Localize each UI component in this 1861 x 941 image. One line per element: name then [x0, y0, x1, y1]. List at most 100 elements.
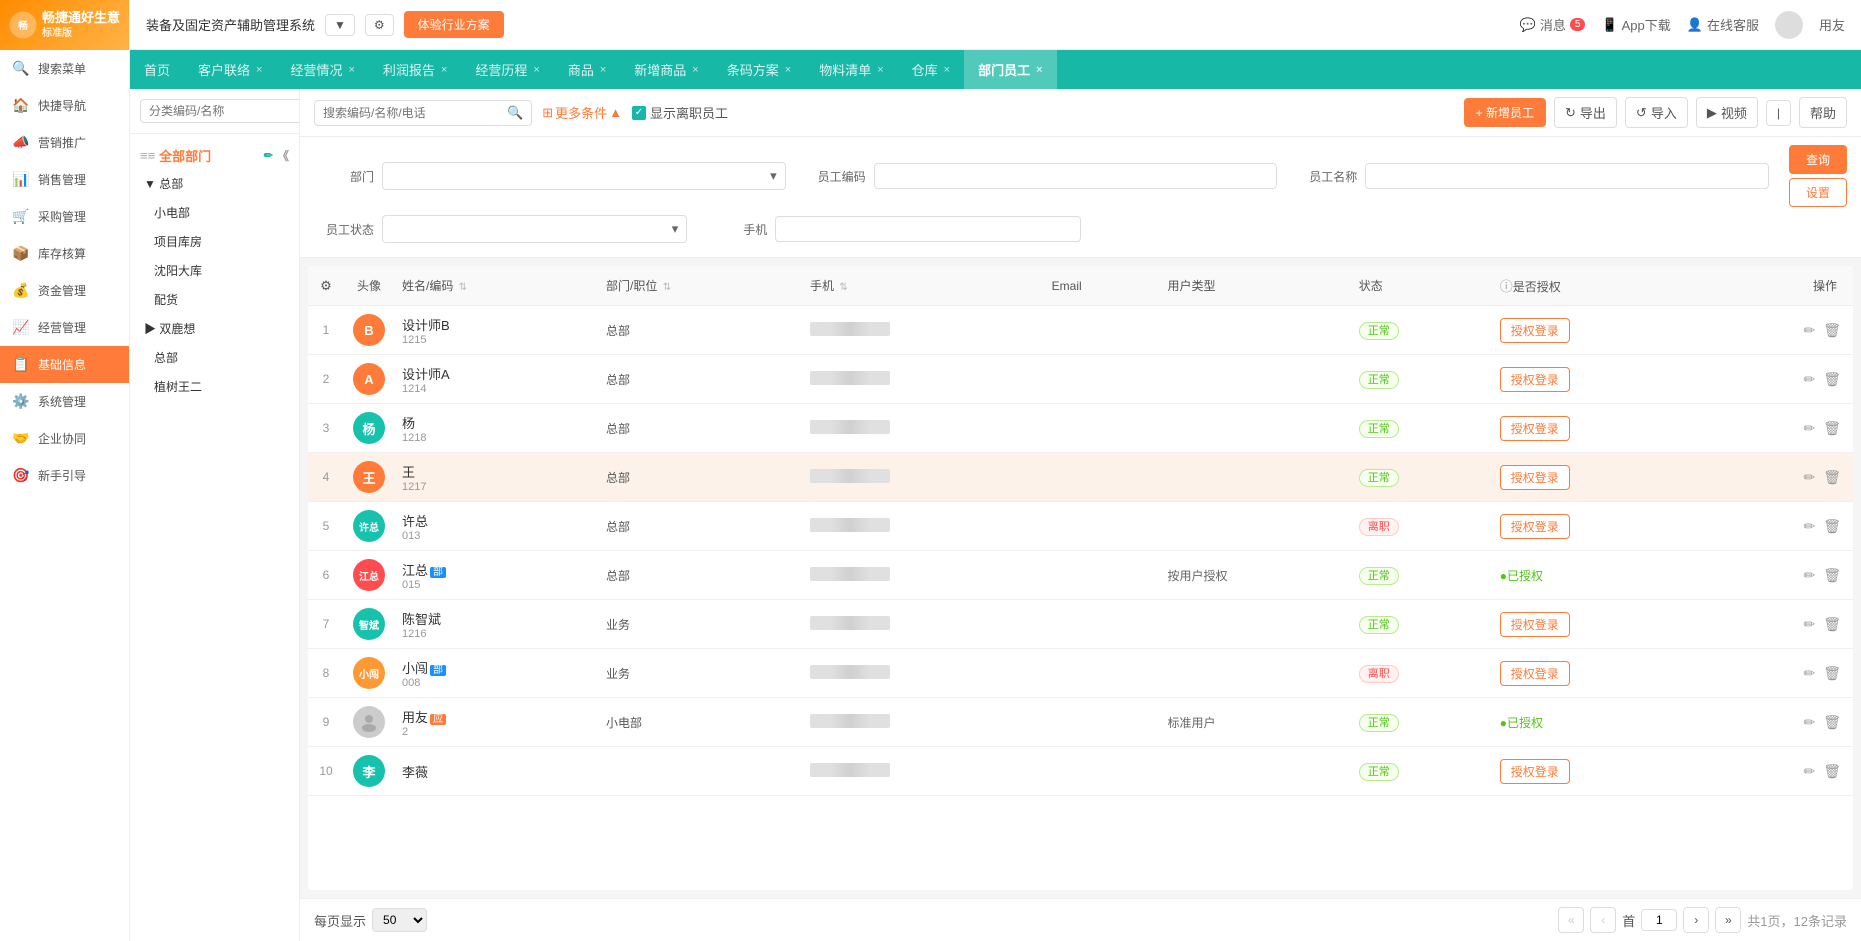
tab-close-add-goods[interactable]: ×	[692, 64, 698, 76]
tab-profit[interactable]: 利润报告×	[369, 50, 461, 89]
dept-item-shenyang[interactable]: 沈阳大库	[130, 256, 299, 285]
edit-icon[interactable]: ✏	[1803, 616, 1815, 633]
col-phone[interactable]: 手机 ⇅	[802, 266, 1044, 306]
tab-goods[interactable]: 商品×	[554, 50, 620, 89]
edit-icon[interactable]: ✏	[1803, 322, 1815, 339]
import-btn[interactable]: ↺ 导入	[1625, 97, 1688, 128]
col-dept[interactable]: 部门/职位 ⇅	[598, 266, 802, 306]
sidebar-item-purchase[interactable]: 🛒采购管理	[0, 198, 129, 235]
tab-barcode[interactable]: 条码方案×	[713, 50, 805, 89]
delete-icon[interactable]: 🗑	[1823, 665, 1841, 682]
dept-collapse-icon[interactable]: 《	[277, 147, 289, 164]
settings-icon[interactable]: ⚙	[320, 278, 332, 293]
edit-icon[interactable]: ✏	[1803, 518, 1815, 535]
show-departed-toggle[interactable]: ✓ 显示离职员工	[632, 103, 728, 122]
page-size-select[interactable]: 50 20 100	[372, 908, 427, 932]
tab-operations[interactable]: 经营情况×	[276, 50, 368, 89]
sidebar-item-inventory[interactable]: 📦库存核算	[0, 235, 129, 272]
search-icon[interactable]: 🔍	[507, 105, 523, 121]
online-service-btn[interactable]: 👤 在线客服	[1687, 15, 1759, 34]
last-page-btn[interactable]: »	[1715, 907, 1741, 933]
edit-icon[interactable]: ✏	[1803, 371, 1815, 388]
tab-close-history[interactable]: ×	[533, 64, 539, 76]
delete-icon[interactable]: 🗑	[1823, 420, 1841, 437]
authorize-btn[interactable]: 授权登录	[1500, 465, 1570, 490]
authorize-btn[interactable]: 授权登录	[1500, 612, 1570, 637]
settings-btn[interactable]: ⚙	[365, 14, 394, 36]
tab-add-goods[interactable]: 新增商品×	[620, 50, 712, 89]
tab-customer[interactable]: 客户联络×	[184, 50, 276, 89]
add-employee-btn[interactable]: + 新增员工	[1464, 98, 1546, 127]
tab-close-warehouse[interactable]: ×	[944, 64, 950, 76]
query-btn[interactable]: 查询	[1789, 145, 1847, 174]
export-btn[interactable]: ↻ 导出	[1554, 97, 1617, 128]
edit-icon[interactable]: ✏	[1803, 665, 1815, 682]
sidebar-item-guide[interactable]: 🎯新手引导	[0, 457, 129, 494]
tab-close-operations[interactable]: ×	[348, 64, 354, 76]
tab-bom[interactable]: 物料清单×	[805, 50, 897, 89]
dept-item-xiaodibu[interactable]: 小电部	[130, 198, 299, 227]
delete-icon[interactable]: 🗑	[1823, 567, 1841, 584]
edit-icon[interactable]: ✏	[1803, 469, 1815, 486]
messages-btn[interactable]: 💬 消息 5	[1520, 15, 1586, 34]
authorize-btn[interactable]: 授权登录	[1500, 661, 1570, 686]
tab-close-bom[interactable]: ×	[877, 64, 883, 76]
sidebar-item-sales[interactable]: 📊销售管理	[0, 161, 129, 198]
dept-item-zongbu[interactable]: 总部	[130, 343, 299, 372]
dropdown-btn[interactable]: ▼	[325, 14, 355, 36]
sidebar-item-basic-info[interactable]: 📋基础信息	[0, 346, 129, 383]
tab-history[interactable]: 经营历程×	[461, 50, 553, 89]
sidebar-item-finance[interactable]: 💰资金管理	[0, 272, 129, 309]
dept-item-peihuo[interactable]: 配货	[130, 285, 299, 314]
dept-item-shuangluxiang[interactable]: ▶ 双鹿想	[130, 314, 299, 343]
sidebar-item-search[interactable]: 🔍搜索菜单	[0, 50, 129, 87]
sidebar-item-operations[interactable]: 📈经营管理	[0, 309, 129, 346]
dept-item-zhishu[interactable]: 植树王二	[130, 372, 299, 401]
view-btn[interactable]: ▶ 视频	[1696, 97, 1758, 128]
help-btn[interactable]: |	[1766, 100, 1791, 126]
empstatus-filter-select[interactable]: ▾	[382, 215, 687, 243]
authorize-btn[interactable]: 授权登录	[1500, 416, 1570, 441]
tab-close-profit[interactable]: ×	[441, 64, 447, 76]
sidebar-item-system[interactable]: ⚙️系统管理	[0, 383, 129, 420]
next-page-btn[interactable]: ›	[1683, 907, 1709, 933]
first-page-btn[interactable]: «	[1558, 907, 1584, 933]
app-download-btn[interactable]: 📱 App下载	[1601, 15, 1670, 34]
authorize-btn[interactable]: 授权登录	[1500, 514, 1570, 539]
tab-employees[interactable]: 部门员工×	[964, 50, 1056, 89]
tab-warehouse[interactable]: 仓库×	[898, 50, 964, 89]
more-conditions-btn[interactable]: ⊞ 更多条件 ▲	[542, 103, 622, 122]
authorize-btn[interactable]: 授权登录	[1500, 759, 1570, 784]
user-avatar[interactable]	[1775, 11, 1803, 39]
empcode-filter-input[interactable]	[874, 163, 1278, 189]
delete-icon[interactable]: 🗑	[1823, 616, 1841, 633]
delete-icon[interactable]: 🗑	[1823, 714, 1841, 731]
delete-icon[interactable]: 🗑	[1823, 371, 1841, 388]
prev-page-btn[interactable]: ‹	[1590, 907, 1616, 933]
col-name[interactable]: 姓名/编码 ⇅	[394, 266, 598, 306]
edit-icon[interactable]: ✏	[1803, 714, 1815, 731]
search-input[interactable]	[323, 106, 503, 120]
page-input[interactable]	[1641, 909, 1677, 931]
delete-icon[interactable]: 🗑	[1823, 518, 1841, 535]
sidebar-item-collab[interactable]: 🤝企业协同	[0, 420, 129, 457]
delete-icon[interactable]: 🗑	[1823, 763, 1841, 780]
authorize-btn[interactable]: 授权登录	[1500, 318, 1570, 343]
dept-edit-icon[interactable]: ✏	[264, 149, 273, 162]
delete-icon[interactable]: 🗑	[1823, 469, 1841, 486]
phone-filter-input[interactable]	[775, 216, 1080, 242]
sidebar-item-quicknav[interactable]: 🏠快捷导航	[0, 87, 129, 124]
authorize-btn[interactable]: 授权登录	[1500, 367, 1570, 392]
tab-close-barcode[interactable]: ×	[785, 64, 791, 76]
dept-section-title[interactable]: ≡≡ 全部部门 ✏ 《	[130, 142, 299, 169]
tab-close-customer[interactable]: ×	[256, 64, 262, 76]
dept-item-root[interactable]: ▼ 总部	[130, 169, 299, 198]
dept-filter-select[interactable]: ▾	[382, 162, 786, 190]
empname-filter-input[interactable]	[1365, 163, 1769, 189]
trial-plan-btn[interactable]: 体验行业方案	[404, 11, 504, 38]
more-btn[interactable]: 帮助	[1799, 97, 1847, 128]
sidebar-item-marketing[interactable]: 📣营销推广	[0, 124, 129, 161]
edit-icon[interactable]: ✏	[1803, 567, 1815, 584]
tab-home[interactable]: 首页	[130, 50, 184, 89]
dept-search-input[interactable]	[140, 99, 300, 123]
